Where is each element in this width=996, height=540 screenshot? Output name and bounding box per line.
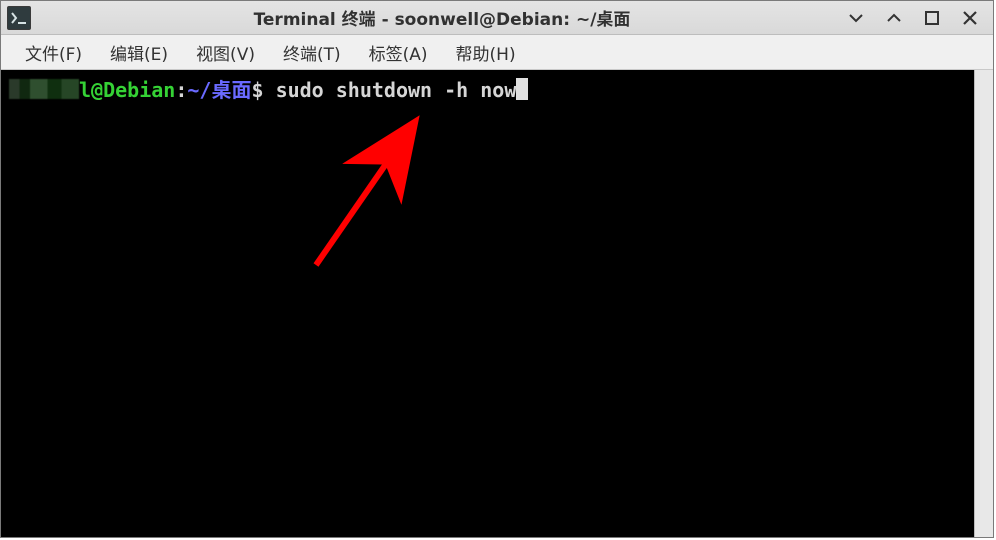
menu-terminal[interactable]: 终端(T): [269, 36, 355, 69]
roll-up-icon[interactable]: [883, 7, 905, 29]
redacted-pixels: [9, 79, 79, 99]
menu-view[interactable]: 视图(V): [182, 36, 269, 69]
prompt-colon: :: [175, 78, 187, 102]
terminal-app-icon: [7, 6, 31, 30]
maximize-icon[interactable]: [921, 7, 943, 29]
close-icon[interactable]: [959, 7, 981, 29]
window-controls: [845, 7, 987, 29]
menu-help[interactable]: 帮助(H): [442, 36, 530, 69]
window-title: Terminal 终端 - soonwell@Debian: ~/桌面: [39, 5, 845, 30]
menubar: 文件(F) 编辑(E) 视图(V) 终端(T) 标签(A) 帮助(H): [1, 35, 993, 70]
command-text: sudo shutdown -h now: [276, 78, 517, 102]
minimize-icon[interactable]: [845, 7, 867, 29]
terminal-window: Terminal 终端 - soonwell@Debian: ~/桌面 文件(F…: [0, 0, 994, 538]
prompt-user-host: l@Debian: [79, 78, 175, 102]
text-cursor: [516, 78, 528, 100]
prompt-sigil: $: [251, 78, 263, 102]
vertical-scrollbar[interactable]: [974, 70, 993, 537]
prompt-space: [264, 78, 276, 102]
menu-tabs[interactable]: 标签(A): [355, 36, 442, 69]
terminal-output[interactable]: l@Debian:~/桌面$ sudo shutdown -h now: [1, 70, 974, 537]
terminal-area: l@Debian:~/桌面$ sudo shutdown -h now: [1, 70, 993, 537]
menu-file[interactable]: 文件(F): [11, 36, 96, 69]
titlebar: Terminal 终端 - soonwell@Debian: ~/桌面: [1, 1, 993, 35]
menu-edit[interactable]: 编辑(E): [96, 36, 182, 69]
prompt-path: ~/桌面: [187, 78, 251, 102]
